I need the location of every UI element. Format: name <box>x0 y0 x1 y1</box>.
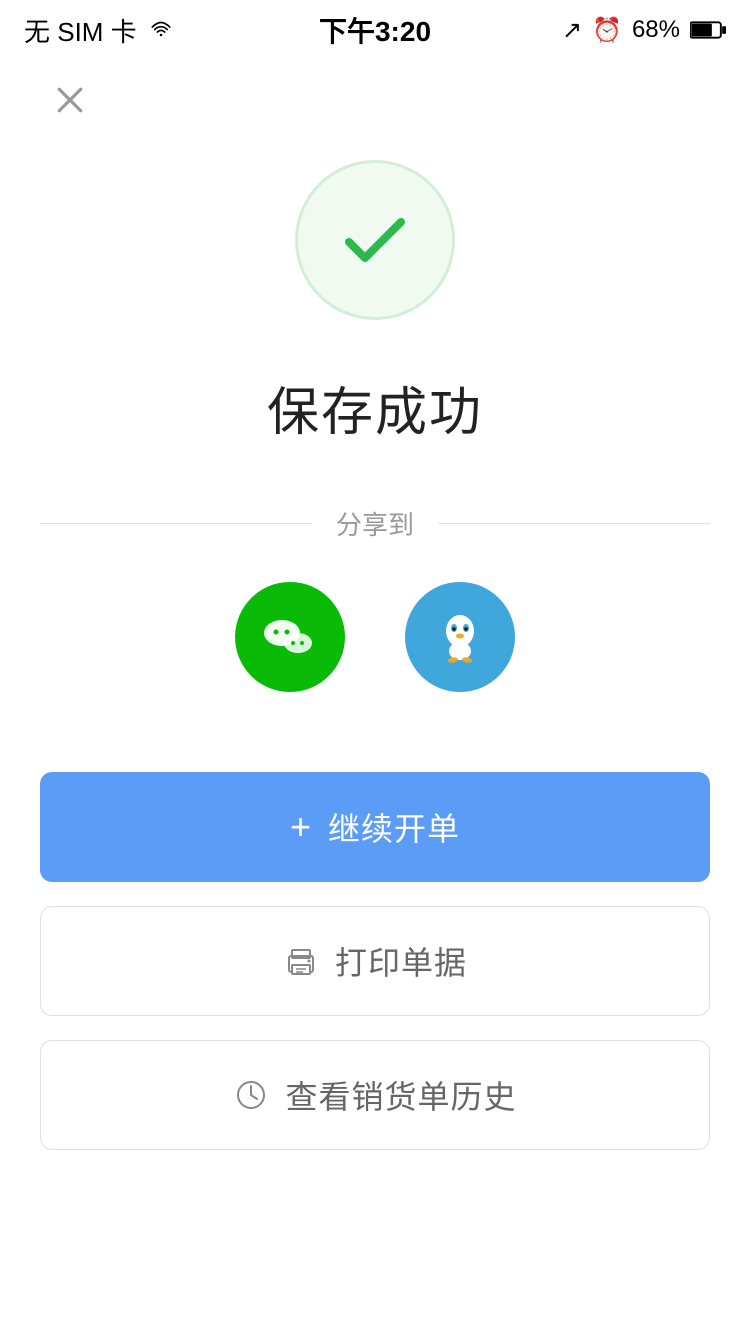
share-row <box>235 582 515 692</box>
actions-container: + 继续开单 打印单据 查看销货单历史 <box>0 772 750 1150</box>
success-title: 保存成功 <box>267 370 483 445</box>
battery-label: 68% <box>632 16 680 44</box>
wechat-share-button[interactable] <box>235 582 345 692</box>
continue-label: 继续开单 <box>328 804 460 850</box>
share-divider: 分享到 <box>0 505 750 542</box>
printer-icon <box>283 943 319 979</box>
battery-icon <box>690 21 726 39</box>
share-label: 分享到 <box>312 505 438 542</box>
main-content: 保存成功 分享到 <box>0 60 750 1150</box>
history-label: 查看销货单历史 <box>285 1072 516 1118</box>
alarm-icon: ⏰ <box>592 16 622 45</box>
direction-icon: ↗ <box>562 16 582 45</box>
divider-line-left <box>40 523 312 524</box>
divider-line-right <box>438 523 710 524</box>
wifi-icon <box>147 20 175 40</box>
print-label: 打印单据 <box>335 938 467 984</box>
checkmark-icon <box>335 200 415 280</box>
status-time: 下午3:20 <box>319 10 431 50</box>
status-right: ↗ ⏰ 68% <box>562 16 726 45</box>
status-left: 无 SIM 卡 <box>24 12 175 49</box>
continue-button[interactable]: + 继续开单 <box>40 772 710 882</box>
close-button[interactable] <box>40 70 100 130</box>
qq-icon <box>428 605 492 669</box>
status-bar: 无 SIM 卡 下午3:20 ↗ ⏰ 68% <box>0 0 750 60</box>
wechat-icon <box>258 605 322 669</box>
qq-share-button[interactable] <box>405 582 515 692</box>
history-button[interactable]: 查看销货单历史 <box>40 1040 710 1150</box>
print-button[interactable]: 打印单据 <box>40 906 710 1016</box>
clock-icon <box>233 1077 269 1113</box>
continue-plus-icon: + <box>290 806 312 848</box>
no-sim-label: 无 SIM 卡 <box>24 12 137 49</box>
success-icon-circle <box>295 160 455 320</box>
